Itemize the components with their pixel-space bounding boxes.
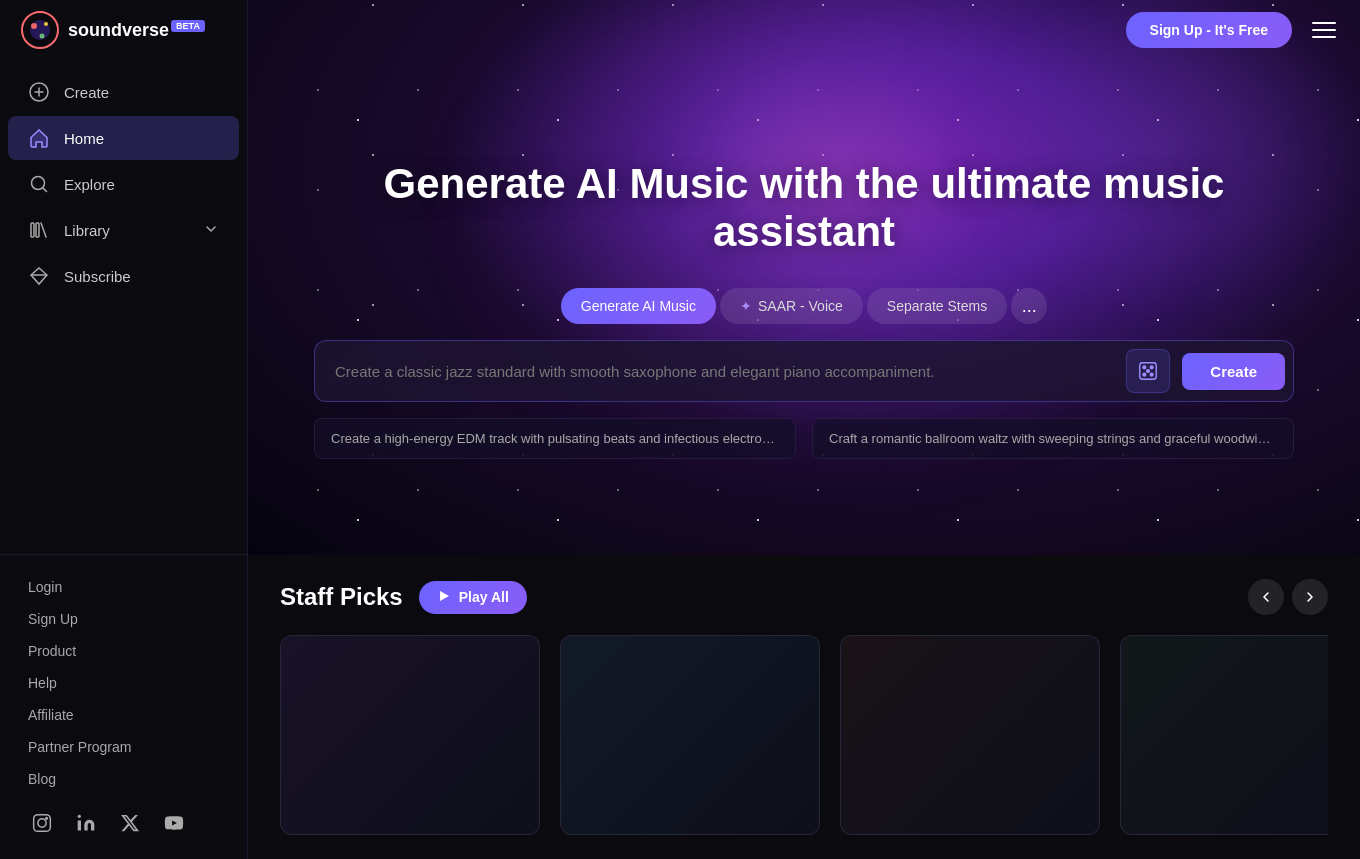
svg-point-19 [1147,370,1150,373]
youtube-icon[interactable] [160,809,188,837]
search-icon [28,173,50,195]
staff-picks-left: Staff Picks Play All [280,581,527,614]
svg-point-10 [38,819,46,827]
staff-picks-header: Staff Picks Play All [280,579,1328,615]
svg-rect-9 [34,815,51,832]
hamburger-line [1312,22,1336,24]
signup-button[interactable]: Sign Up - It's Free [1126,12,1292,48]
sidebar-link-product[interactable]: Product [0,635,247,667]
prompt-input-container: Create [314,340,1294,402]
sidebar-link-partner[interactable]: Partner Program [0,731,247,763]
sidebar-item-explore[interactable]: Explore [8,162,239,206]
tab-generate-ai-music[interactable]: Generate AI Music [561,288,716,324]
tab-separate-stems[interactable]: Separate Stems [867,288,1007,324]
svg-point-3 [44,22,48,26]
library-icon [28,219,50,241]
tab-saar-voice[interactable]: ✦ SAAR - Voice [720,288,863,324]
dice-randomize-button[interactable] [1126,349,1170,393]
svg-point-15 [1143,366,1146,369]
svg-point-4 [40,34,45,39]
create-button[interactable]: Create [1182,353,1285,390]
twitter-x-icon[interactable] [116,809,144,837]
diamond-icon [28,265,50,287]
svg-rect-7 [31,223,34,237]
logo-text: soundverseBETA [68,20,205,41]
svg-point-18 [1151,373,1154,376]
hamburger-line [1312,36,1336,38]
svg-point-11 [46,818,48,820]
sidebar-link-affiliate[interactable]: Affiliate [0,699,247,731]
sidebar-divider [0,554,247,555]
sidebar-item-label: Explore [64,176,115,193]
sidebar: soundverseBETA Create Home [0,0,248,859]
sparkle-icon: ✦ [740,298,752,314]
play-icon [437,589,451,606]
prev-arrow-button[interactable] [1248,579,1284,615]
sidebar-item-label: Library [64,222,110,239]
sidebar-link-signup[interactable]: Sign Up [0,603,247,635]
sidebar-item-create[interactable]: Create [8,70,239,114]
soundverse-logo-icon [20,10,60,50]
hamburger-menu-button[interactable] [1308,18,1340,42]
sidebar-link-blog[interactable]: Blog [0,763,247,795]
svg-marker-20 [440,591,449,601]
social-icons-row [0,799,247,847]
home-icon [28,127,50,149]
music-card-2[interactable] [560,635,820,835]
instagram-icon[interactable] [28,809,56,837]
sidebar-item-label: Subscribe [64,268,131,285]
sidebar-link-help[interactable]: Help [0,667,247,699]
suggestion-edm[interactable]: Create a high-energy EDM track with puls… [314,418,796,459]
hamburger-line [1312,29,1336,31]
sidebar-link-login[interactable]: Login [0,571,247,603]
sidebar-bottom: Login Sign Up Product Help Affiliate Par… [0,563,247,859]
prompt-input[interactable] [335,363,1114,380]
main-content: Sign Up - It's Free Generate AI Music wi… [248,0,1360,859]
play-all-button[interactable]: Play All [419,581,527,614]
suggestion-chips: Create a high-energy EDM track with puls… [314,418,1294,459]
sidebar-nav: Create Home Explore [0,60,247,546]
beta-badge: BETA [171,20,205,32]
music-card-3[interactable] [840,635,1100,835]
chevron-down-icon [203,221,219,240]
next-arrow-button[interactable] [1292,579,1328,615]
feature-tabs: Generate AI Music ✦ SAAR - Voice Separat… [561,288,1047,324]
svg-point-12 [78,815,81,818]
suggestion-waltz[interactable]: Craft a romantic ballroom waltz with swe… [812,418,1294,459]
staff-picks-cards [280,635,1328,835]
sidebar-item-library[interactable]: Library [8,208,239,252]
carousel-nav-arrows [1248,579,1328,615]
logo-area: soundverseBETA [0,0,247,60]
svg-point-17 [1143,373,1146,376]
staff-picks-section: Staff Picks Play All [248,555,1360,859]
sidebar-item-subscribe[interactable]: Subscribe [8,254,239,298]
svg-rect-8 [36,223,39,237]
sidebar-item-label: Create [64,84,109,101]
svg-point-2 [31,23,37,29]
top-header: Sign Up - It's Free [248,0,1360,60]
linkedin-icon[interactable] [72,809,100,837]
sidebar-item-home[interactable]: Home [8,116,239,160]
hero-content-area: Generate AI Music with the ultimate musi… [248,0,1360,499]
svg-point-16 [1151,366,1154,369]
hero-title: Generate AI Music with the ultimate musi… [288,160,1320,256]
plus-circle-icon [28,81,50,103]
tabs-more-button[interactable]: ... [1011,288,1047,324]
music-card-1[interactable] [280,635,540,835]
hero-section: Generate AI Music with the ultimate musi… [248,0,1360,555]
music-card-4[interactable] [1120,635,1328,835]
sidebar-item-label: Home [64,130,104,147]
staff-picks-title: Staff Picks [280,583,403,611]
